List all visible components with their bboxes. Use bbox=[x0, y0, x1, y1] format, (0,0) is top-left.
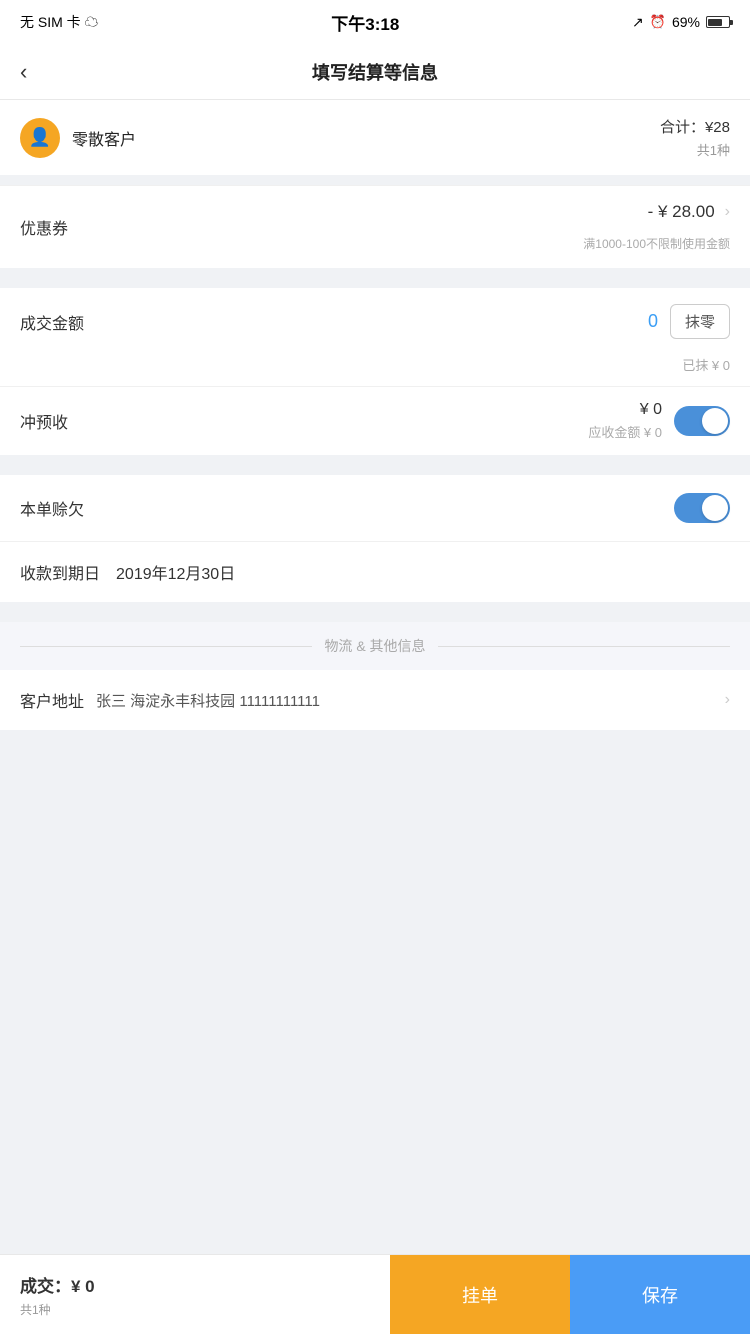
coupon-desc: 满1000-100不限制使用金额 bbox=[583, 235, 730, 252]
customer-total: 合计：¥28 共1种 bbox=[660, 116, 730, 159]
back-button[interactable]: ‹ bbox=[20, 51, 35, 93]
logistics-line-right bbox=[438, 646, 730, 647]
chevron-right-icon: › bbox=[725, 203, 730, 221]
content-area: 👤 零散客户 合计：¥28 共1种 优惠券 - ¥ 28.00 › 满1000-… bbox=[0, 100, 750, 1040]
transaction-section: 成交金额 0 抹零 已抹 ¥ 0 冲预收 ¥ 0 应收金额 ¥ 0 bbox=[0, 288, 750, 455]
save-button[interactable]: 保存 bbox=[570, 1255, 750, 1334]
address-value: 张三 海淀永丰科技园 11111111111 bbox=[96, 690, 713, 711]
sim-text: 无 SIM 卡 ☁ bbox=[20, 12, 99, 32]
avatar-icon: 👤 bbox=[29, 127, 51, 148]
transaction-right: 0 抹零 bbox=[648, 304, 730, 339]
coupon-amount: - ¥ 28.00 bbox=[648, 202, 715, 222]
prepaid-values: ¥ 0 应收金额 ¥ 0 bbox=[588, 401, 662, 441]
debt-toggle[interactable] bbox=[674, 493, 730, 523]
customer-avatar: 👤 bbox=[20, 118, 60, 158]
toggle-knob bbox=[702, 408, 728, 434]
prepaid-row: 冲预收 ¥ 0 应收金额 ¥ 0 bbox=[0, 386, 750, 455]
coupon-right: - ¥ 28.00 › 满1000-100不限制使用金额 bbox=[583, 202, 730, 252]
address-row[interactable]: 客户地址 张三 海淀永丰科技园 11111111111 › bbox=[0, 670, 750, 730]
bottom-deal: 成交：¥ 0 bbox=[20, 1272, 370, 1297]
prepaid-main-value: ¥ 0 bbox=[588, 401, 662, 419]
transaction-label: 成交金额 bbox=[20, 310, 84, 334]
status-time: 下午3:18 bbox=[331, 10, 399, 35]
status-right: ↗ ⏰ 69% bbox=[632, 14, 730, 31]
coupon-section[interactable]: 优惠券 - ¥ 28.00 › 满1000-100不限制使用金额 bbox=[0, 185, 750, 268]
bottom-bar: 成交：¥ 0 共1种 挂单 保存 bbox=[0, 1254, 750, 1334]
address-chevron-icon: › bbox=[725, 691, 730, 709]
customer-name: 零散客户 bbox=[72, 126, 136, 150]
already-rounded-text: 已抹 ¥ 0 bbox=[0, 355, 750, 386]
total-count: 共1种 bbox=[660, 140, 730, 159]
debt-toggle-knob bbox=[702, 495, 728, 521]
alarm-icon: ⏰ bbox=[650, 14, 666, 30]
transaction-row: 成交金额 0 抹零 bbox=[0, 288, 750, 355]
customer-section: 👤 零散客户 合计：¥28 共1种 bbox=[0, 100, 750, 175]
debt-row: 本单赊欠 bbox=[0, 475, 750, 541]
round-off-button[interactable]: 抹零 bbox=[670, 304, 730, 339]
bottom-count: 共1种 bbox=[20, 1301, 370, 1318]
coupon-label: 优惠券 bbox=[20, 215, 68, 239]
section-divider-3 bbox=[0, 612, 750, 622]
coupon-row[interactable]: 优惠券 - ¥ 28.00 › 满1000-100不限制使用金额 bbox=[0, 185, 750, 268]
customer-info: 👤 零散客户 bbox=[20, 118, 136, 158]
battery-text: 69% bbox=[672, 14, 700, 30]
address-section[interactable]: 客户地址 张三 海淀永丰科技园 11111111111 › bbox=[0, 670, 750, 730]
deal-label: 成交： bbox=[20, 1277, 71, 1296]
prepaid-right: ¥ 0 应收金额 ¥ 0 bbox=[588, 401, 730, 441]
status-left: 无 SIM 卡 ☁ bbox=[20, 12, 99, 32]
prepaid-toggle[interactable] bbox=[674, 406, 730, 436]
customer-row: 👤 零散客户 合计：¥28 共1种 bbox=[0, 100, 750, 175]
due-date-value[interactable]: 2019年12月30日 bbox=[116, 560, 235, 584]
empty-area bbox=[0, 740, 750, 960]
prepaid-sub-value: 应收金额 ¥ 0 bbox=[588, 422, 662, 441]
status-bar: 无 SIM 卡 ☁ 下午3:18 ↗ ⏰ 69% bbox=[0, 0, 750, 44]
address-label: 客户地址 bbox=[20, 688, 84, 712]
logistics-title: 物流 & 其他信息 bbox=[312, 636, 437, 656]
debt-section: 本单赊欠 收款到期日 2019年12月30日 bbox=[0, 475, 750, 602]
debt-label: 本单赊欠 bbox=[20, 496, 84, 520]
deal-value: ¥ 0 bbox=[71, 1277, 95, 1296]
battery-indicator bbox=[706, 16, 730, 28]
hold-button[interactable]: 挂单 bbox=[390, 1255, 570, 1334]
nav-bar: ‹ 填写结算等信息 bbox=[0, 44, 750, 100]
logistics-header-section: 物流 & 其他信息 bbox=[0, 622, 750, 670]
section-divider-1 bbox=[0, 278, 750, 288]
bottom-summary: 成交：¥ 0 共1种 bbox=[0, 1255, 390, 1334]
page-title: 填写结算等信息 bbox=[312, 59, 438, 85]
location-icon: ↗ bbox=[632, 14, 644, 31]
logistics-line-left bbox=[20, 646, 312, 647]
transaction-value[interactable]: 0 bbox=[648, 311, 658, 332]
due-date-row: 收款到期日 2019年12月30日 bbox=[0, 541, 750, 602]
section-divider-2 bbox=[0, 465, 750, 475]
prepaid-label: 冲预收 bbox=[20, 409, 68, 433]
logistics-header: 物流 & 其他信息 bbox=[0, 622, 750, 670]
due-date-label: 收款到期日 bbox=[20, 560, 100, 584]
total-amount: 合计：¥28 bbox=[660, 116, 730, 137]
